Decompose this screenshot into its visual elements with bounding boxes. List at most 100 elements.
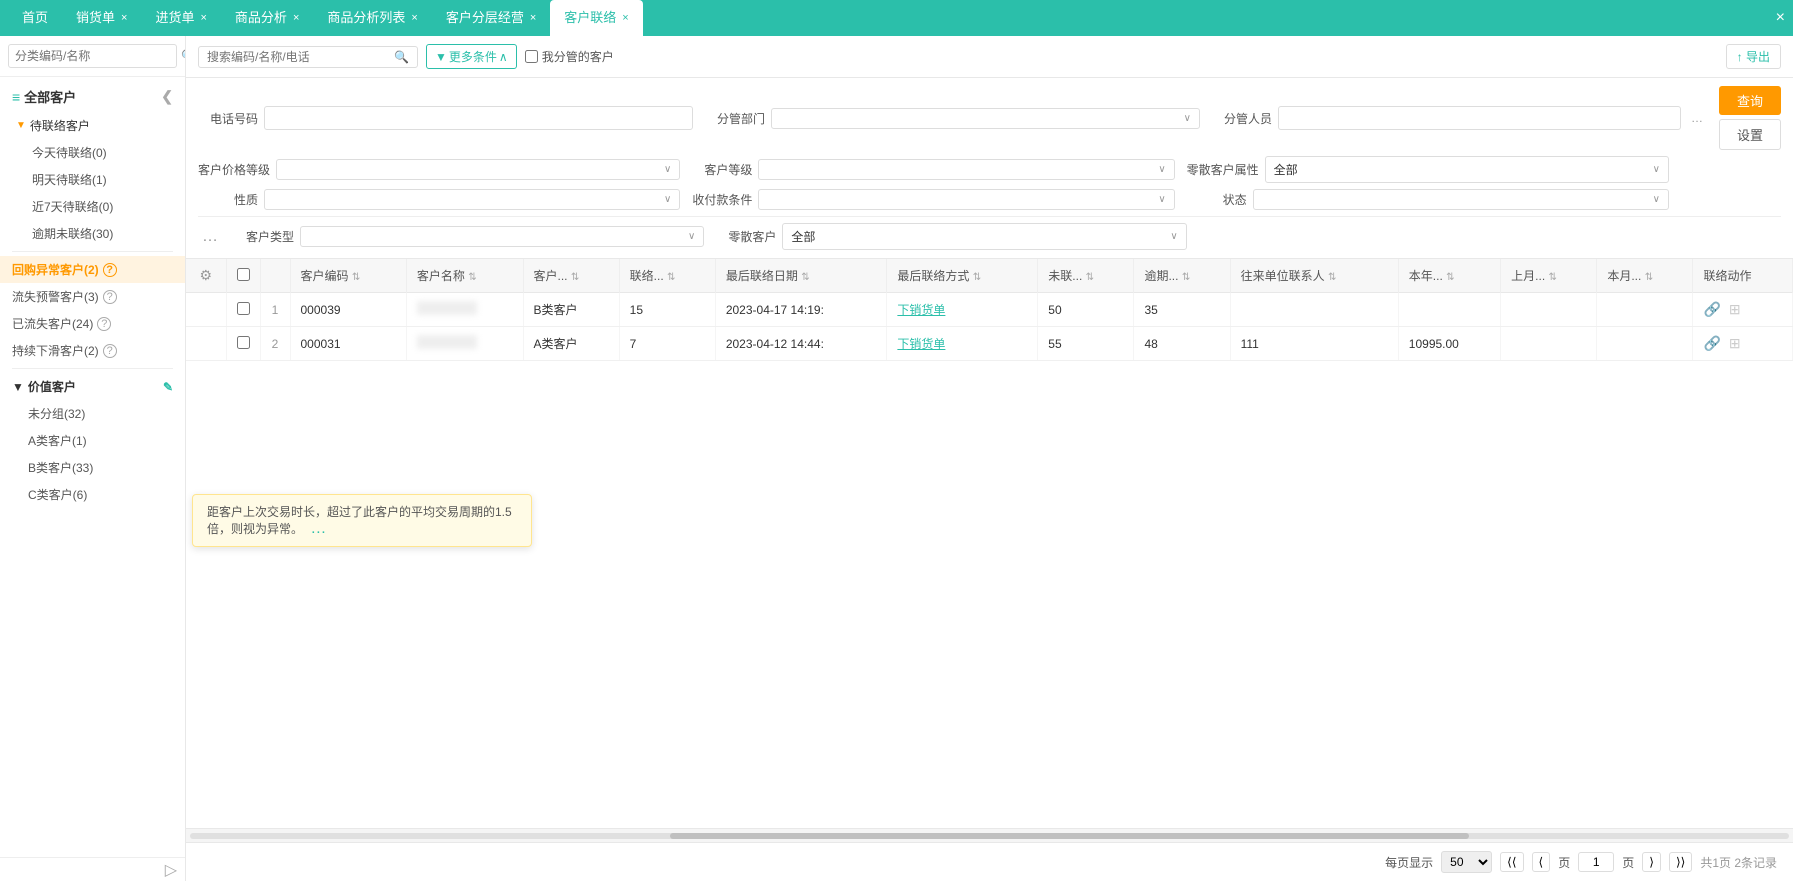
scrollbar-thumb[interactable] bbox=[670, 833, 1470, 839]
row1-grid-icon[interactable]: ⊞ bbox=[1729, 301, 1741, 318]
window-close-button[interactable]: × bbox=[1776, 9, 1785, 27]
th-last-month[interactable]: 上月... ⇅ bbox=[1501, 259, 1597, 293]
nav-tab-productanalysislist[interactable]: 商品分析列表 × bbox=[313, 0, 431, 36]
close-productanalysis-icon[interactable]: × bbox=[293, 0, 299, 36]
th-code[interactable]: 客户编码 ⇅ bbox=[290, 259, 406, 293]
row2-last-method[interactable]: 下销货单 bbox=[887, 327, 1038, 361]
sort-icon-uncontacted[interactable]: ⇅ bbox=[1086, 272, 1094, 283]
edit-groups-icon[interactable]: ✎ bbox=[163, 380, 173, 394]
sidebar-item-aclass[interactable]: A类客户(1) bbox=[0, 427, 185, 454]
search-icon[interactable]: 🔍 bbox=[394, 50, 409, 64]
row2-grid-icon[interactable]: ⊞ bbox=[1729, 335, 1741, 352]
person-input[interactable] bbox=[1278, 106, 1681, 130]
sidebar-expand-icon[interactable]: ▷ bbox=[165, 860, 177, 880]
collapse-arrow-icon[interactable]: ❮ bbox=[161, 88, 173, 105]
sort-icon-name[interactable]: ⇅ bbox=[468, 272, 476, 283]
info-icon-4[interactable]: ? bbox=[103, 344, 117, 358]
retail-select[interactable]: 全部 ∨ bbox=[782, 223, 1186, 250]
per-page-select[interactable]: 50 100 200 bbox=[1441, 851, 1492, 873]
next-page-button[interactable]: ⟩ bbox=[1642, 852, 1661, 872]
sidebar-item-today[interactable]: 今天待联络(0) bbox=[4, 139, 185, 166]
tooltip-more-icon[interactable]: … bbox=[310, 520, 326, 537]
retail-attr-select[interactable]: 全部 ∨ bbox=[1265, 156, 1669, 183]
prev-page-button[interactable]: ⟨ bbox=[1532, 852, 1551, 872]
tooltip-trigger[interactable]: … bbox=[202, 228, 218, 246]
sidebar-item-cclass[interactable]: C类客户(6) bbox=[0, 481, 185, 508]
price-grade-select[interactable]: ∨ bbox=[276, 159, 680, 180]
sort-icon-overdue[interactable]: ⇅ bbox=[1182, 272, 1190, 283]
value-customers-header[interactable]: ▼ 价值客户 ✎ bbox=[0, 373, 185, 400]
th-type[interactable]: 客户... ⇅ bbox=[523, 259, 619, 293]
my-customers-checkbox[interactable] bbox=[525, 50, 538, 63]
sidebar-item-overdue[interactable]: 逾期未联络(30) bbox=[4, 220, 185, 247]
row1-last-method-link[interactable]: 下销货单 bbox=[897, 303, 945, 317]
row1-select-checkbox[interactable] bbox=[237, 302, 250, 315]
sort-icon-unit-contacts[interactable]: ⇅ bbox=[1328, 272, 1336, 283]
th-name[interactable]: 客户名称 ⇅ bbox=[406, 259, 523, 293]
close-customerlayer-icon[interactable]: × bbox=[530, 0, 536, 36]
th-last-method[interactable]: 最后联络方式 ⇅ bbox=[887, 259, 1038, 293]
close-productanalysislist-icon[interactable]: × bbox=[411, 0, 417, 36]
sort-icon-last-method[interactable]: ⇅ bbox=[973, 272, 981, 283]
page-input[interactable] bbox=[1578, 852, 1614, 872]
gear-icon[interactable]: ⚙ bbox=[199, 267, 212, 283]
sidebar-item-declining[interactable]: 持续下滑客户(2) ? bbox=[0, 337, 185, 364]
sidebar-search-input[interactable] bbox=[8, 44, 177, 68]
status-select[interactable]: ∨ bbox=[1253, 189, 1669, 210]
export-button[interactable]: ↑ 导出 bbox=[1726, 44, 1781, 69]
settings-button[interactable]: 设置 bbox=[1719, 119, 1781, 150]
person-more-icon[interactable]: … bbox=[1691, 111, 1703, 125]
query-button[interactable]: 查询 bbox=[1719, 86, 1781, 115]
sidebar-item-anomaly-repurchase[interactable]: 回购异常客户(2) ? bbox=[0, 256, 185, 283]
select-all-checkbox[interactable] bbox=[237, 268, 250, 281]
first-page-button[interactable]: ⟨⟨ bbox=[1500, 852, 1523, 872]
sort-icon[interactable]: ⇅ bbox=[352, 272, 360, 283]
th-checkbox[interactable] bbox=[226, 259, 260, 293]
th-contact[interactable]: 联络... ⇅ bbox=[619, 259, 715, 293]
close-salesorder-icon[interactable]: × bbox=[121, 0, 127, 36]
nav-tab-productanalysis[interactable]: 商品分析 × bbox=[221, 0, 313, 36]
search-input[interactable] bbox=[207, 50, 390, 64]
row2-checkbox[interactable] bbox=[226, 327, 260, 361]
sidebar-item-lost[interactable]: 已流失客户(24) ? bbox=[0, 310, 185, 337]
row1-link-icon[interactable]: 🔗 bbox=[1703, 301, 1720, 318]
payment-select[interactable]: ∨ bbox=[758, 189, 1174, 210]
row1-checkbox[interactable] bbox=[226, 293, 260, 327]
pending-contact-header[interactable]: ▼ 待联络客户 bbox=[4, 112, 185, 139]
row1-last-method[interactable]: 下销货单 bbox=[887, 293, 1038, 327]
sidebar-all-customers[interactable]: ≡ 全部客户 ❮ bbox=[0, 81, 185, 112]
info-icon[interactable]: ? bbox=[103, 263, 117, 277]
sidebar-item-lostwarning[interactable]: 流失预警客户(3) ? bbox=[0, 283, 185, 310]
sidebar-item-tomorrow[interactable]: 明天待联络(1) bbox=[4, 166, 185, 193]
customer-type-select[interactable]: ∨ bbox=[300, 226, 704, 247]
phone-input[interactable] bbox=[264, 106, 693, 130]
row2-link-icon[interactable]: 🔗 bbox=[1703, 335, 1720, 352]
nav-tab-salesorder[interactable]: 销货单 × bbox=[62, 0, 141, 36]
sidebar-item-bclass[interactable]: B类客户(33) bbox=[0, 454, 185, 481]
customer-grade-select[interactable]: ∨ bbox=[758, 159, 1174, 180]
info-icon-2[interactable]: ? bbox=[103, 290, 117, 304]
sidebar-item-7days[interactable]: 近7天待联络(0) bbox=[4, 193, 185, 220]
gender-select[interactable]: ∨ bbox=[264, 189, 680, 210]
sort-icon-type[interactable]: ⇅ bbox=[571, 272, 579, 283]
nav-tab-customercontact[interactable]: 客户联络 × bbox=[550, 0, 642, 36]
th-settings[interactable]: ⚙ bbox=[186, 259, 226, 293]
close-purchaseorder-icon[interactable]: × bbox=[200, 0, 206, 36]
sort-icon-this-month[interactable]: ⇅ bbox=[1645, 272, 1653, 283]
th-uncontacted[interactable]: 未联... ⇅ bbox=[1038, 259, 1134, 293]
more-conditions-button[interactable]: ▼ 更多条件 ∧ bbox=[426, 44, 517, 69]
row2-select-checkbox[interactable] bbox=[237, 336, 250, 349]
th-this-year[interactable]: 本年... ⇅ bbox=[1398, 259, 1500, 293]
th-unit-contacts[interactable]: 往来单位联系人 ⇅ bbox=[1230, 259, 1398, 293]
th-last-date[interactable]: 最后联络日期 ⇅ bbox=[715, 259, 887, 293]
row2-last-method-link[interactable]: 下销货单 bbox=[897, 337, 945, 351]
sort-icon-contact[interactable]: ⇅ bbox=[667, 272, 675, 283]
horizontal-scrollbar[interactable] bbox=[186, 828, 1793, 842]
close-customercontact-icon[interactable]: × bbox=[622, 0, 628, 36]
sort-icon-last-month[interactable]: ⇅ bbox=[1549, 272, 1557, 283]
sidebar-item-ungroup[interactable]: 未分组(32) bbox=[0, 400, 185, 427]
th-overdue[interactable]: 逾期... ⇅ bbox=[1134, 259, 1230, 293]
info-icon-3[interactable]: ? bbox=[97, 317, 111, 331]
dept-select[interactable]: ∨ bbox=[771, 108, 1200, 129]
th-this-month[interactable]: 本月... ⇅ bbox=[1597, 259, 1693, 293]
